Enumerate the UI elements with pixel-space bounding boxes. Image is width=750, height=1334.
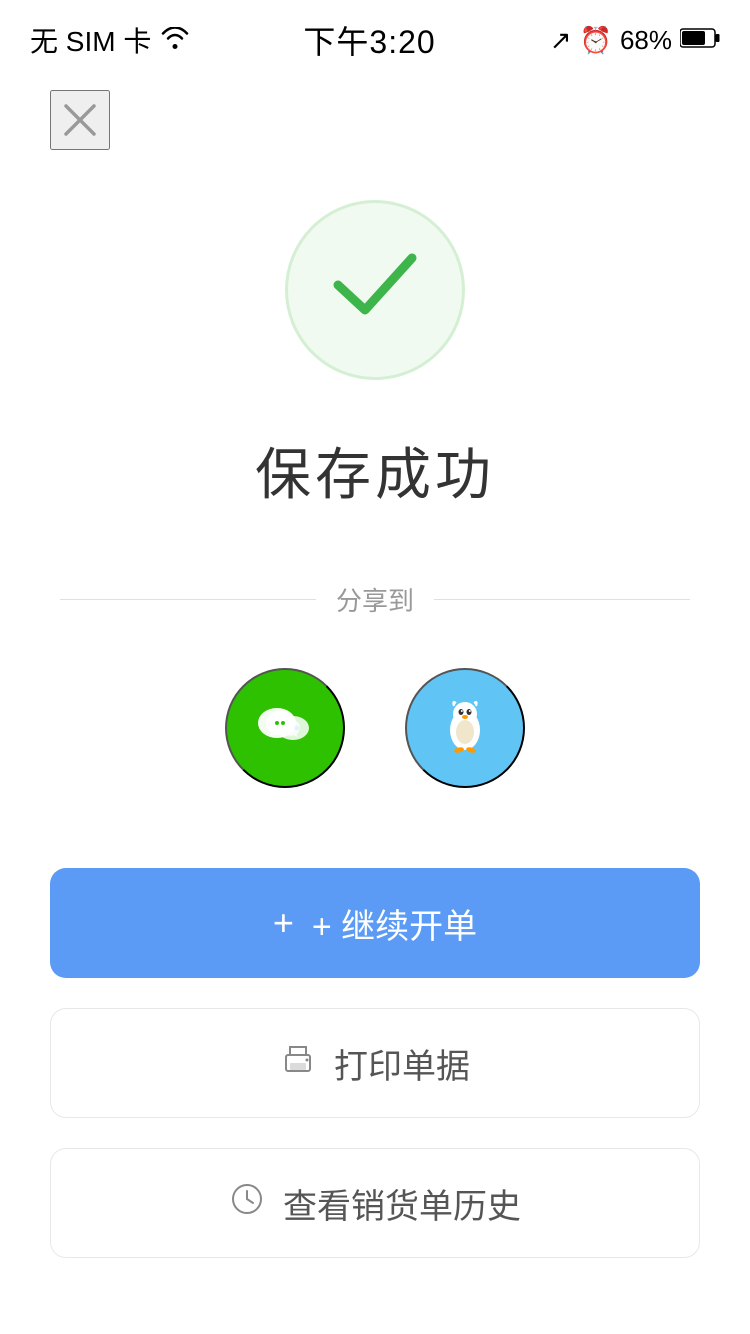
share-icons-row [225, 668, 525, 788]
divider-right [434, 599, 690, 600]
status-left: 无 SIM 卡 [30, 20, 189, 60]
checkmark-icon [330, 245, 420, 335]
print-icon [280, 1041, 316, 1086]
alarm-icon: ⏰ [580, 25, 612, 56]
share-label: 分享到 [316, 581, 434, 618]
battery-label: 68% [620, 25, 672, 56]
success-title: 保存成功 [255, 430, 495, 511]
plus-icon: + [273, 902, 294, 944]
status-bar: 无 SIM 卡 下午3:20 ↗ ⏰ 68% [0, 0, 750, 80]
history-button[interactable]: 查看销货单历史 [50, 1148, 700, 1258]
continue-order-label: + 继续开单 [312, 899, 477, 948]
status-time: 下午3:20 [303, 17, 435, 63]
share-divider: 分享到 [0, 581, 750, 618]
continue-order-button[interactable]: + + 继续开单 [50, 868, 700, 978]
actions-container: + + 继续开单 打印单据 [0, 868, 750, 1258]
wechat-share-button[interactable] [225, 668, 345, 788]
status-right: ↗ ⏰ 68% [550, 25, 720, 56]
qq-share-button[interactable] [405, 668, 525, 788]
main-content: 保存成功 分享到 [0, 80, 750, 1258]
history-label: 查看销货单历史 [283, 1179, 521, 1228]
divider-left [60, 599, 316, 600]
no-sim-label: 无 SIM 卡 [30, 20, 151, 60]
clock-icon [229, 1181, 265, 1226]
wifi-icon [161, 24, 189, 56]
print-label: 打印单据 [334, 1039, 470, 1088]
success-circle [285, 200, 465, 380]
print-button[interactable]: 打印单据 [50, 1008, 700, 1118]
battery-icon [680, 25, 720, 56]
close-button[interactable] [50, 90, 110, 150]
direction-icon: ↗ [550, 25, 572, 56]
